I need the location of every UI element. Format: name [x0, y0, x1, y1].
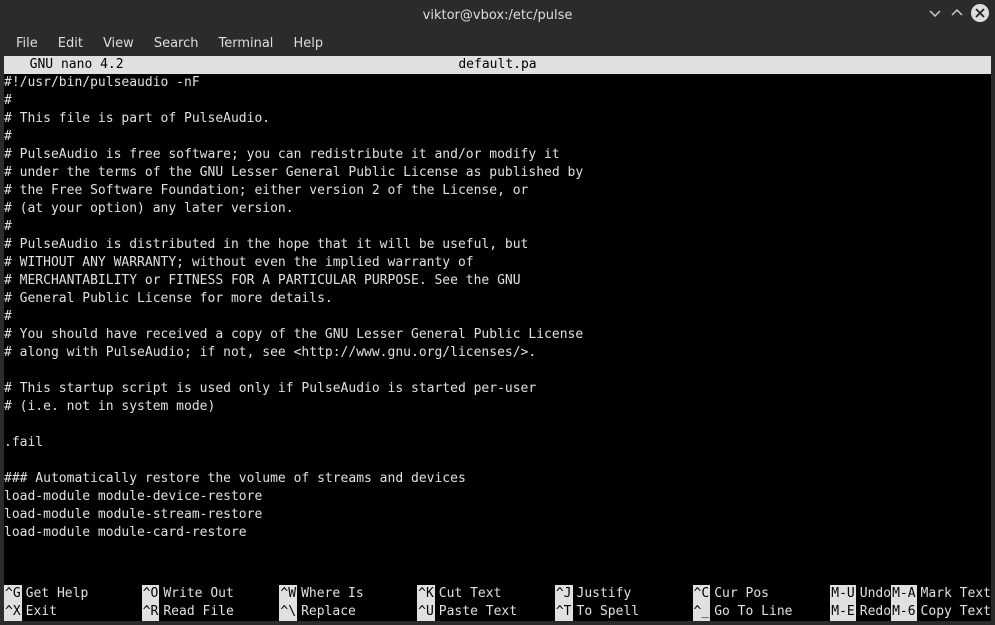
- shortcut-key: ^G: [4, 585, 22, 603]
- menu-file[interactable]: File: [8, 33, 46, 54]
- window-title: viktor@vbox:/etc/pulse: [423, 8, 573, 23]
- shortcut-key: ^K: [417, 585, 435, 603]
- shortcut-cut-text: ^KCut Text: [417, 585, 555, 603]
- shortcut-copy-text: M-6Copy Text: [891, 603, 991, 621]
- shortcut-key: ^_: [693, 603, 711, 621]
- shortcut-key: ^C: [693, 585, 711, 603]
- shortcut-label: Write Out: [159, 585, 233, 603]
- shortcut-key: ^X: [4, 603, 22, 621]
- nano-header: GNU nano 4.2 default.pa: [4, 56, 991, 74]
- shortcut-key: M-U: [830, 585, 855, 603]
- minimize-icon[interactable]: [927, 5, 943, 21]
- terminal-window: viktor@vbox:/etc/pulse File Edit View Se…: [0, 0, 995, 625]
- shortcut-key: ^W: [279, 585, 297, 603]
- shortcut-key: M-6: [891, 603, 916, 621]
- shortcut-label: To Spell: [573, 603, 640, 621]
- titlebar[interactable]: viktor@vbox:/etc/pulse: [0, 0, 995, 30]
- terminal-viewport[interactable]: GNU nano 4.2 default.pa #!/usr/bin/pulse…: [4, 56, 991, 621]
- shortcut-key: ^J: [555, 585, 573, 603]
- shortcut-exit: ^XExit: [4, 603, 142, 621]
- shortcut-redo: M-ERedo: [830, 603, 891, 621]
- shortcut-cur-pos: ^CCur Pos: [693, 585, 831, 603]
- shortcut-label: Justify: [573, 585, 632, 603]
- shortcut-where-is: ^WWhere Is: [279, 585, 417, 603]
- shortcut-label: Cut Text: [435, 585, 502, 603]
- shortcut-justify: ^JJustify: [555, 585, 693, 603]
- shortcut-key: ^O: [142, 585, 160, 603]
- shortcut-replace: ^\Replace: [279, 603, 417, 621]
- window-controls: [927, 4, 989, 22]
- shortcut-to-spell: ^TTo Spell: [555, 603, 693, 621]
- shortcut-key: M-A: [891, 585, 916, 603]
- shortcut-key: ^R: [142, 603, 160, 621]
- menu-help[interactable]: Help: [285, 33, 331, 54]
- menubar: File Edit View Search Terminal Help: [0, 30, 995, 56]
- shortcut-label: Go To Line: [710, 603, 792, 621]
- shortcut-write-out: ^OWrite Out: [142, 585, 280, 603]
- shortcut-key: ^U: [417, 603, 435, 621]
- nano-version: GNU nano 4.2: [4, 56, 124, 74]
- shortcut-mark-text: M-AMark Text: [891, 585, 991, 603]
- shortcut-get-help: ^GGet Help: [4, 585, 142, 603]
- menu-view[interactable]: View: [95, 33, 142, 54]
- shortcut-key: ^\: [279, 603, 297, 621]
- menu-edit[interactable]: Edit: [50, 33, 91, 54]
- shortcut-label: Undo: [856, 585, 891, 603]
- shortcut-label: Where Is: [297, 585, 364, 603]
- shortcut-label: Redo: [856, 603, 891, 621]
- maximize-icon[interactable]: [949, 5, 965, 21]
- menu-terminal[interactable]: Terminal: [210, 33, 281, 54]
- shortcut-label: Cur Pos: [710, 585, 769, 603]
- shortcut-read-file: ^RRead File: [142, 603, 280, 621]
- shortcut-label: Mark Text: [917, 585, 991, 603]
- shortcut-key: M-E: [830, 603, 855, 621]
- close-icon[interactable]: [971, 4, 989, 22]
- shortcut-label: Get Help: [22, 585, 89, 603]
- shortcut-label: Read File: [159, 603, 233, 621]
- nano-shortcuts: ^GGet Help ^XExit ^OWrite Out ^RRead Fil…: [4, 585, 991, 621]
- shortcut-label: Replace: [297, 603, 356, 621]
- shortcut-paste-text: ^UPaste Text: [417, 603, 555, 621]
- menu-search[interactable]: Search: [146, 33, 207, 54]
- editor-content[interactable]: #!/usr/bin/pulseaudio -nF # # This file …: [4, 74, 991, 542]
- shortcut-undo: M-UUndo: [830, 585, 891, 603]
- shortcut-go-to-line: ^_Go To Line: [693, 603, 831, 621]
- shortcut-key: ^T: [555, 603, 573, 621]
- nano-filename: default.pa: [458, 56, 536, 74]
- shortcut-label: Paste Text: [435, 603, 517, 621]
- shortcut-label: Exit: [22, 603, 57, 621]
- shortcut-label: Copy Text: [917, 603, 991, 621]
